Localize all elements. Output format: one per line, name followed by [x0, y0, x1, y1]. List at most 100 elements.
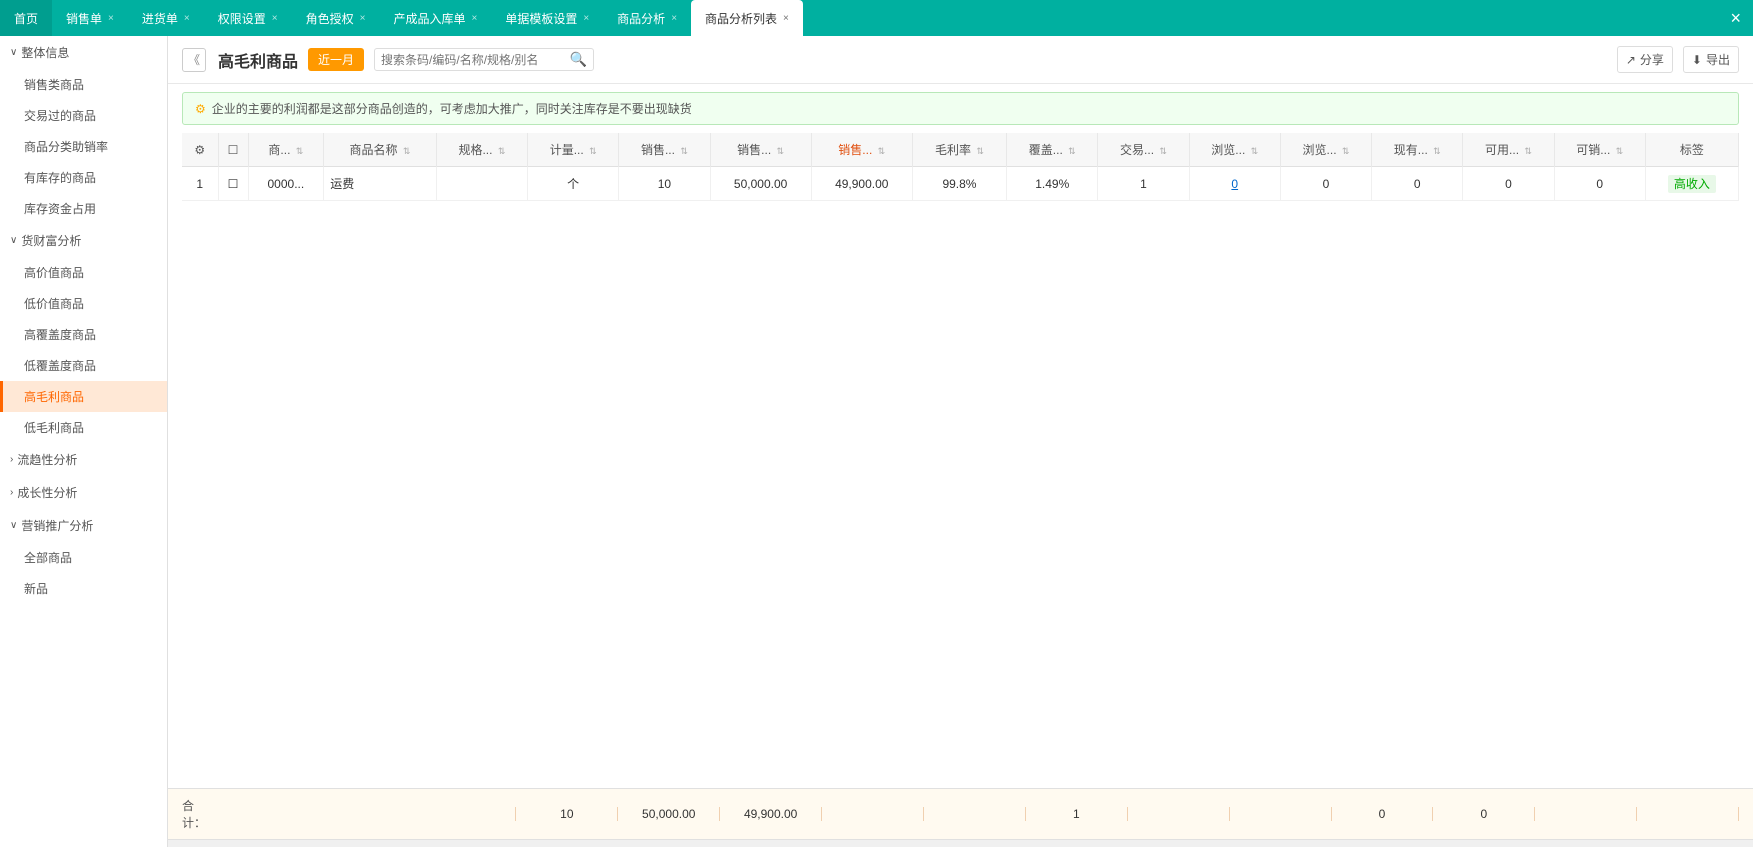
footer-available: 0 [1433, 807, 1535, 821]
footer-tag [1637, 807, 1739, 821]
sort-icon: ⇅ [1433, 146, 1441, 156]
sidebar-item-category-rate[interactable]: 商品分类助销率 [0, 131, 167, 162]
nav-product-analysis-list[interactable]: 商品分析列表 × [691, 0, 803, 36]
nav-product-analysis[interactable]: 商品分析 × [603, 0, 691, 36]
sidebar-group-flow[interactable]: › 流趋性分析 [0, 443, 167, 476]
page-title: 高毛利商品 [218, 48, 298, 72]
col-sales-qty[interactable]: 销售... ⇅ [619, 133, 710, 167]
horizontal-scrollbar[interactable] [168, 839, 1753, 847]
sidebar-item-sales-goods[interactable]: 销售类商品 [0, 69, 167, 100]
sort-icon: ⇅ [589, 146, 597, 156]
cell-coverage: 1.49% [1007, 167, 1098, 201]
chevron-down-icon: ∨ [10, 520, 17, 531]
close-product-analysis-icon[interactable]: × [671, 13, 677, 24]
col-saleable[interactable]: 可销... ⇅ [1554, 133, 1645, 167]
sidebar: ∨ 整体信息 销售类商品 交易过的商品 商品分类助销率 有库存的商品 库存资金占… [0, 36, 168, 847]
sidebar-item-high-value[interactable]: 高价值商品 [0, 257, 167, 288]
info-icon: ⚙ [195, 102, 206, 116]
sidebar-item-low-margin[interactable]: 低毛利商品 [0, 412, 167, 443]
sidebar-item-high-margin[interactable]: 高毛利商品 [0, 381, 167, 412]
close-sales-order-icon[interactable]: × [108, 13, 114, 24]
footer-sales-profit: 49,900.00 [720, 807, 822, 821]
filter-period-button[interactable]: 近一月 [308, 48, 364, 71]
table-row: 1 ☐ 0000... 运费 [182, 167, 1739, 201]
content-header: 《 高毛利商品 近一月 🔍 ↗ 分享 ⬇ 导出 [168, 36, 1753, 84]
footer-browse2 [1230, 807, 1332, 821]
col-spec[interactable]: 规格... ⇅ [436, 133, 527, 167]
col-code[interactable]: 商... ⇅ [248, 133, 324, 167]
cell-unit: 个 [528, 167, 619, 201]
sidebar-item-traded-goods[interactable]: 交易过的商品 [0, 100, 167, 131]
col-sales-profit[interactable]: 销售... ⇅ [811, 133, 912, 167]
sidebar-item-high-coverage[interactable]: 高覆盖度商品 [0, 319, 167, 350]
sidebar-item-low-value[interactable]: 低价值商品 [0, 288, 167, 319]
table-wrapper: ⚙ ☐ 商... ⇅ 商品名称 ⇅ [168, 133, 1753, 788]
settings-icon[interactable]: ⚙ [194, 143, 205, 157]
sort-icon: ⇅ [680, 146, 688, 156]
export-button[interactable]: ⬇ 导出 [1683, 46, 1739, 73]
chevron-right-icon: › [10, 487, 13, 498]
window-close-button[interactable]: × [1718, 8, 1753, 29]
nav-role-auth[interactable]: 角色授权 × [292, 0, 380, 36]
close-role-auth-icon[interactable]: × [360, 13, 366, 24]
col-current-stock[interactable]: 现有... ⇅ [1372, 133, 1463, 167]
footer-coverage [924, 807, 1026, 821]
search-box: 🔍 [374, 48, 594, 71]
chevron-down-icon: ∨ [10, 235, 17, 246]
nav-product-inbound[interactable]: 产成品入库单 × [379, 0, 491, 36]
sidebar-item-stock-capital[interactable]: 库存资金占用 [0, 193, 167, 224]
sidebar-group-marketing[interactable]: ∨ 营销推广分析 [0, 509, 167, 542]
header-actions: ↗ 分享 ⬇ 导出 [1617, 46, 1739, 73]
col-available[interactable]: 可用... ⇅ [1463, 133, 1554, 167]
info-banner: ⚙ 企业的主要的利润都是这部分商品创造的，可考虑加大推广，同时关注库存是不要出现… [182, 92, 1739, 125]
nav-template-settings[interactable]: 单据模板设置 × [491, 0, 603, 36]
total-label: 合计： [182, 797, 217, 831]
nav-permission[interactable]: 权限设置 × [204, 0, 292, 36]
nav-home[interactable]: 首页 [0, 0, 52, 36]
sidebar-group-overall[interactable]: ∨ 整体信息 [0, 36, 167, 69]
close-template-icon[interactable]: × [583, 13, 589, 24]
cell-tag: 高收入 [1645, 167, 1738, 201]
row-checkbox-icon[interactable]: ☐ [228, 177, 239, 191]
cell-trade: 1 [1098, 167, 1189, 201]
sidebar-group-wealth[interactable]: ∨ 货财富分析 [0, 224, 167, 257]
sort-icon: ⇅ [498, 146, 506, 156]
checkbox-all[interactable]: ☐ [228, 143, 239, 157]
sort-icon: ⇅ [878, 146, 886, 156]
sort-icon: ⇅ [403, 146, 411, 156]
nav-purchase[interactable]: 进货单 × [128, 0, 204, 36]
col-sales-amount[interactable]: 销售... ⇅ [710, 133, 811, 167]
col-gross-margin[interactable]: 毛利率 ⇅ [912, 133, 1006, 167]
sidebar-item-all-goods[interactable]: 全部商品 [0, 542, 167, 573]
col-trade[interactable]: 交易... ⇅ [1098, 133, 1189, 167]
search-input[interactable] [381, 53, 570, 67]
search-icon[interactable]: 🔍 [570, 51, 587, 68]
cell-spec [436, 167, 527, 201]
close-purchase-icon[interactable]: × [184, 13, 190, 24]
export-icon: ⬇ [1692, 53, 1702, 67]
close-product-analysis-list-icon[interactable]: × [783, 13, 789, 24]
sidebar-collapse-button[interactable]: 《 [182, 48, 206, 72]
data-table: ⚙ ☐ 商... ⇅ 商品名称 ⇅ [182, 133, 1739, 201]
sidebar-group-growth[interactable]: › 成长性分析 [0, 476, 167, 509]
cell-browse1[interactable]: 0 [1189, 167, 1280, 201]
sort-icon: ⇅ [1159, 146, 1167, 156]
share-button[interactable]: ↗ 分享 [1617, 46, 1673, 73]
top-navigation: 首页 销售单 × 进货单 × 权限设置 × 角色授权 × 产成品入库单 × 单据… [0, 0, 1753, 36]
sidebar-item-low-coverage[interactable]: 低覆盖度商品 [0, 350, 167, 381]
sidebar-item-in-stock[interactable]: 有库存的商品 [0, 162, 167, 193]
close-permission-icon[interactable]: × [272, 13, 278, 24]
nav-sales-order[interactable]: 销售单 × [52, 0, 128, 36]
close-product-inbound-icon[interactable]: × [471, 13, 477, 24]
col-settings[interactable]: ⚙ [182, 133, 218, 167]
cell-checkbox[interactable]: ☐ [218, 167, 248, 201]
sidebar-item-new-goods[interactable]: 新品 [0, 573, 167, 604]
footer-current-stock: 0 [1332, 807, 1434, 821]
col-browse1[interactable]: 浏览... ⇅ [1189, 133, 1280, 167]
col-browse2[interactable]: 浏览... ⇅ [1280, 133, 1371, 167]
cell-sales-amount: 50,000.00 [710, 167, 811, 201]
col-tag[interactable]: 标签 [1645, 133, 1738, 167]
col-unit[interactable]: 计量... ⇅ [528, 133, 619, 167]
col-name[interactable]: 商品名称 ⇅ [324, 133, 437, 167]
col-coverage[interactable]: 覆盖... ⇅ [1007, 133, 1098, 167]
